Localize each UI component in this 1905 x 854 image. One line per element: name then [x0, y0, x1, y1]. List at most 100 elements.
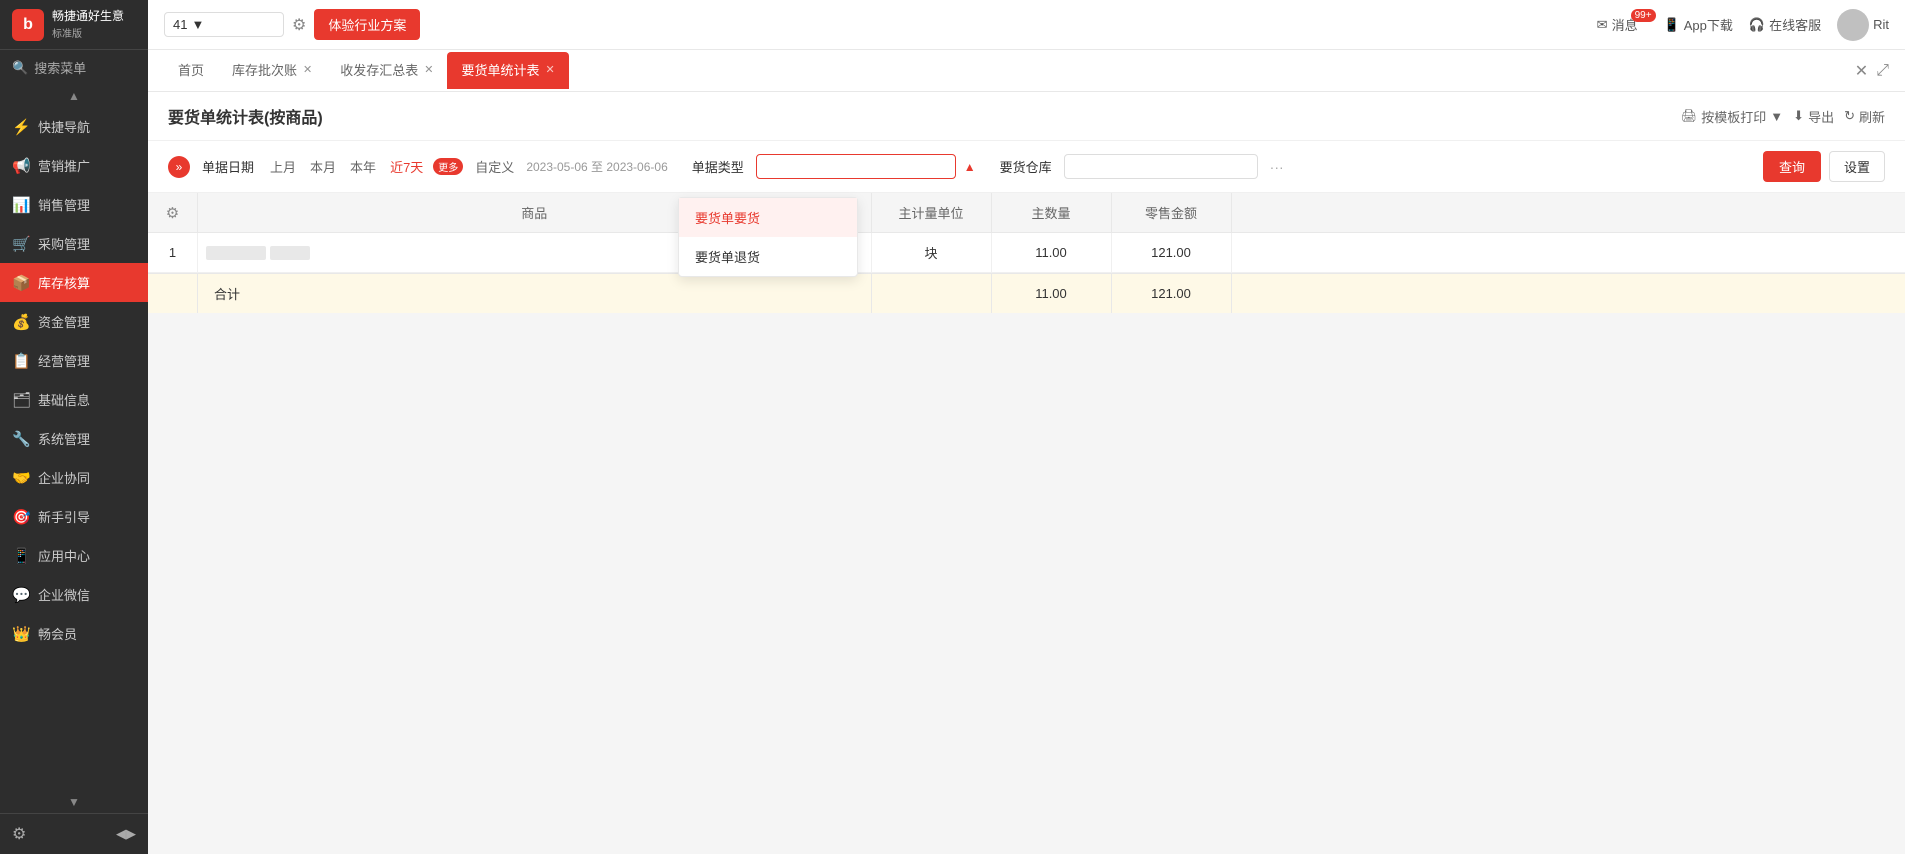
table-header: ⚙ 商品 主计量单位 主数量 零售金额 [148, 193, 1905, 233]
footer-unit [872, 274, 992, 313]
app-sub: 标准版 [52, 25, 124, 40]
this-year-shortcut[interactable]: 本年 [346, 155, 380, 178]
type-label: 单据类型 [692, 157, 744, 176]
nav-label-app-center: 应用中心 [38, 546, 90, 565]
table-footer: 合计 11.00 121.00 [148, 273, 1905, 313]
footer-empty [148, 274, 198, 313]
online-service-label: 在线客服 [1769, 15, 1821, 34]
custom-date[interactable]: 自定义 [475, 157, 514, 176]
tab-close-receivable-summary[interactable]: ✕ [424, 63, 433, 76]
type-chevron-icon[interactable]: ▲ [964, 160, 976, 174]
print-action[interactable]: 🖨 按模板打印 ▼ [1681, 107, 1783, 126]
export-action[interactable]: ⬇ 导出 [1793, 107, 1834, 126]
sidebar-item-marketing[interactable]: 📢营销推广 [0, 146, 148, 185]
footer-extra [1232, 274, 1905, 313]
product-name-placeholder [206, 246, 266, 260]
online-service-action[interactable]: 🎧 在线客服 [1749, 15, 1821, 34]
date-shortcuts: 上月 本月 本年 近7天 更多 [266, 155, 463, 178]
table-settings-gear-icon[interactable]: ⚙ [166, 204, 179, 222]
tab-inventory-batch[interactable]: 库存批次账✕ [218, 52, 326, 89]
nav-label-basics: 基础信息 [38, 390, 90, 409]
search-label: 搜索菜单 [34, 58, 86, 77]
more-date-badge[interactable]: 更多 [433, 158, 463, 175]
tab-order-stats[interactable]: 要货单统计表✕ [447, 52, 568, 89]
dropdown-item-order-return[interactable]: 要货单退货 [679, 237, 857, 276]
store-selector[interactable]: 41 ▼ [164, 12, 284, 37]
message-badge: 99+ [1631, 9, 1656, 22]
app-download-icon: 📱 [1664, 17, 1680, 33]
refresh-action[interactable]: ↻ 刷新 [1844, 107, 1885, 126]
table-container: ⚙ 商品 主计量单位 主数量 零售金额 1 块 11.00 121.00 合计 [148, 193, 1905, 313]
col-settings[interactable]: ⚙ [148, 193, 198, 232]
nav-icon-basics: 🗂 [12, 391, 30, 409]
settings-icon[interactable]: ⚙ [12, 824, 26, 844]
nav-label-membership: 畅会员 [38, 624, 77, 643]
store-name: 41 [173, 17, 187, 32]
sidebar-nav: ⚡快捷导航📢营销推广📊销售管理🛒采购管理📦库存核算💰资金管理📋经营管理 🗂 基础信息… [0, 107, 148, 791]
refresh-icon: ↻ [1844, 108, 1855, 124]
table-body: 1 块 11.00 121.00 [148, 233, 1905, 273]
filter-expand-button[interactable]: » [168, 156, 190, 178]
type-filter-group: ▲ [756, 154, 976, 179]
sidebar-scroll-up[interactable]: ▲ [0, 85, 148, 107]
query-button[interactable]: 查询 [1763, 151, 1821, 182]
trial-button[interactable]: 体验行业方案 [314, 9, 420, 40]
td-main-qty: 11.00 [992, 233, 1112, 272]
tab-expand-icon[interactable]: ⤢ [1876, 62, 1889, 80]
tab-receivable-summary[interactable]: 收发存汇总表✕ [326, 52, 447, 89]
nav-label-enterprise: 企业协同 [38, 468, 90, 487]
user-name: Rit [1873, 17, 1889, 32]
settings-button[interactable]: 设置 [1829, 151, 1885, 182]
col-extra [1232, 193, 1905, 232]
tab-bar-close-icon[interactable]: ✕ [1855, 61, 1868, 81]
sidebar-item-system[interactable]: 🔧系统管理 [0, 419, 148, 458]
td-retail-amount: 121.00 [1112, 233, 1232, 272]
nav-icon-enterprise: 🤝 [12, 469, 30, 487]
warehouse-input[interactable] [1064, 154, 1258, 179]
dropdown-item-order-goods[interactable]: 要货单要货 [679, 198, 857, 237]
app-name: 畅捷通好生意 [52, 9, 124, 25]
nav-icon-finance: 💰 [12, 313, 30, 331]
sidebar-item-wechat[interactable]: 💬企业微信 [0, 575, 148, 614]
sidebar-scroll-down[interactable]: ▼ [0, 791, 148, 813]
print-icon: 🖨 [1681, 108, 1698, 124]
sidebar-logo: b 畅捷通好生意 标准版 [0, 0, 148, 50]
app-download-label: App下载 [1684, 15, 1733, 34]
sidebar-item-finance[interactable]: 💰资金管理 [0, 302, 148, 341]
sidebar-item-app-center[interactable]: 📱 应用中心 [0, 536, 148, 575]
sidebar-item-enterprise[interactable]: 🤝 企业协同 [0, 458, 148, 497]
sidebar-item-inventory[interactable]: 📦库存核算 [0, 263, 148, 302]
sidebar-search[interactable]: 🔍 搜索菜单 [0, 50, 148, 85]
header-settings-icon[interactable]: ⚙ [292, 15, 306, 35]
sidebar-item-operations[interactable]: 📋经营管理 [0, 341, 148, 380]
warehouse-label: 要货仓库 [1000, 157, 1052, 176]
col-retail-amount: 零售金额 [1112, 193, 1232, 232]
warehouse-more-icon[interactable]: ··· [1270, 159, 1284, 175]
sidebar-item-sales[interactable]: 📊销售管理 [0, 185, 148, 224]
tab-close-order-stats[interactable]: ✕ [546, 63, 555, 76]
prev-month-shortcut[interactable]: 上月 [266, 155, 300, 178]
sidebar-item-membership[interactable]: 👑畅会员 [0, 614, 148, 653]
tab-home[interactable]: 首页 [164, 52, 218, 89]
sidebar-item-basics[interactable]: 🗂 基础信息 [0, 380, 148, 419]
nav-icon-app-center: 📱 [12, 547, 30, 565]
filter-actions: 查询 设置 [1763, 151, 1885, 182]
this-month-shortcut[interactable]: 本月 [306, 155, 340, 178]
nav-label-purchase: 采购管理 [38, 234, 90, 253]
sidebar-collapse-btn[interactable]: ◀▶ [116, 826, 136, 842]
main-content: 41 ▼ ⚙ 体验行业方案 ✉ 消息 99+ 📱 App下载 🎧 在线客服 R [148, 0, 1905, 854]
message-action[interactable]: ✉ 消息 99+ [1597, 15, 1648, 34]
last-7-days-shortcut[interactable]: 近7天 [386, 155, 427, 178]
sidebar-item-quick-nav[interactable]: ⚡快捷导航 [0, 107, 148, 146]
nav-label-guide: 新手引导 [38, 507, 90, 526]
app-download-action[interactable]: 📱 App下载 [1664, 15, 1733, 34]
footer-retail-amount: 121.00 [1112, 274, 1232, 313]
sidebar-item-guide[interactable]: 🎯 新手引导 [0, 497, 148, 536]
tab-close-inventory-batch[interactable]: ✕ [303, 63, 312, 76]
user-profile[interactable]: Rit [1837, 9, 1889, 41]
nav-icon-guide: 🎯 [12, 508, 30, 526]
type-filter-input[interactable] [756, 154, 956, 179]
nav-label-marketing: 营销推广 [38, 156, 90, 175]
sidebar: b 畅捷通好生意 标准版 🔍 搜索菜单 ▲ ⚡快捷导航📢营销推广📊销售管理🛒采购… [0, 0, 148, 854]
sidebar-item-purchase[interactable]: 🛒采购管理 [0, 224, 148, 263]
